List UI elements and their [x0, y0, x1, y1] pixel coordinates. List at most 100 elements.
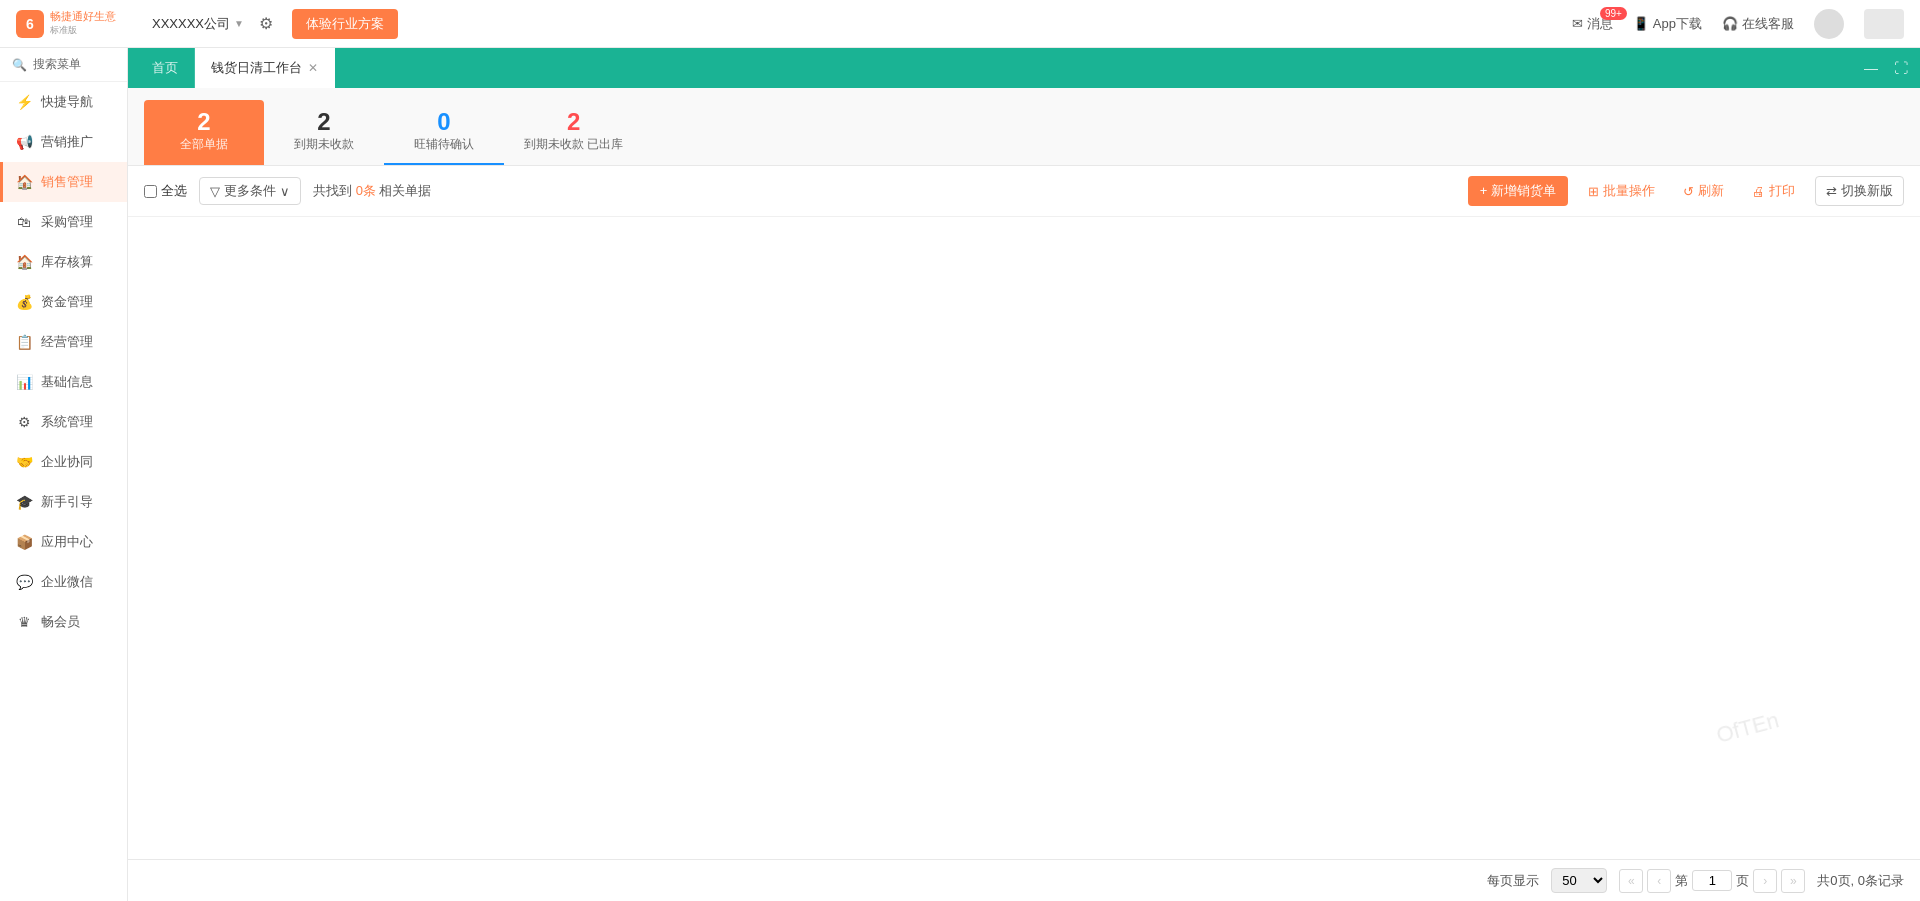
- sidebar-label-cooperation: 企业协同: [41, 453, 93, 471]
- select-all-checkbox[interactable]: [144, 185, 157, 198]
- header-right: ✉ 消息 99+ 📱 App下载 🎧 在线客服: [1572, 9, 1904, 39]
- batch-icon: ⊞: [1588, 184, 1599, 199]
- sidebar-label-purchase: 采购管理: [41, 213, 93, 231]
- sidebar-label-inventory: 库存核算: [41, 253, 93, 271]
- sidebar-item-member[interactable]: ♛畅会员: [0, 602, 127, 642]
- page-input[interactable]: [1692, 870, 1732, 891]
- select-all-text: 全选: [161, 182, 187, 200]
- page-end-label: 页: [1736, 872, 1749, 890]
- sidebar-item-cooperation[interactable]: 🤝企业协同: [0, 442, 127, 482]
- summary-tab-label-3: 到期未收款 已出库: [524, 136, 623, 153]
- toolbar: 全选 ▽ 更多条件 ∨ 共找到 0条 相关单据 + 新增销货单 ⊞ 批量操作: [128, 166, 1920, 217]
- nav-tab-label-1: 钱货日清工作台: [211, 59, 302, 77]
- add-sale-order-btn[interactable]: + 新增销货单: [1468, 176, 1568, 206]
- summary-tab-label-0: 全部单据: [164, 136, 244, 153]
- settings-icon[interactable]: ⚙: [252, 10, 280, 38]
- found-count: 0条: [356, 183, 376, 198]
- more-filter-btn[interactable]: ▽ 更多条件 ∨: [199, 177, 301, 205]
- search-menu-btn[interactable]: 🔍 搜索菜单: [0, 48, 127, 82]
- sidebar-icon-purchase: 🛍: [15, 213, 33, 231]
- header: 6 畅捷通好生意 标准版 XXXXXX公司 ▼ ⚙ 体验行业方案 ✉ 消息 99…: [0, 0, 1920, 48]
- chevron-down-icon: ∨: [280, 184, 290, 199]
- app-logo: 6 畅捷通好生意 标准版: [16, 10, 144, 38]
- sidebar-icon-wechat: 💬: [15, 573, 33, 591]
- main-content: 2全部单据2到期未收款0旺辅待确认2到期未收款 已出库 全选 ▽ 更多条件 ∨ …: [128, 88, 1920, 901]
- experience-btn[interactable]: 体验行业方案: [292, 9, 398, 39]
- app-download-btn[interactable]: 📱 App下载: [1633, 15, 1702, 33]
- sidebar-label-guide: 新手引导: [41, 493, 93, 511]
- prev-page-btn[interactable]: ‹: [1647, 869, 1671, 893]
- sidebar-item-basic-info[interactable]: 📊基础信息: [0, 362, 127, 402]
- sidebar-icon-quick-nav: ⚡: [15, 93, 33, 111]
- sidebar-item-sales[interactable]: 🏠 销售管理: [0, 162, 127, 202]
- page-size-select[interactable]: 50 20 100: [1551, 868, 1607, 893]
- close-tab-1-btn[interactable]: ✕: [308, 61, 318, 75]
- summary-tab-number-0: 2: [164, 108, 244, 136]
- toolbar-left: 全选 ▽ 更多条件 ∨ 共找到 0条 相关单据: [144, 177, 1456, 205]
- sidebar-item-system[interactable]: ⚙系统管理: [0, 402, 127, 442]
- sidebar-item-marketing[interactable]: 📢 营销推广: [0, 122, 127, 162]
- nav-tabs: 首页 钱货日清工作台 ✕ — ⛶: [128, 48, 1920, 88]
- total-records: 共0页, 0条记录: [1817, 872, 1904, 890]
- tab-actions: — ⛶: [1860, 56, 1912, 80]
- sidebar-label-member: 畅会员: [41, 613, 80, 631]
- page-size-label: 每页显示: [1487, 872, 1539, 890]
- summary-tab-number-2: 0: [404, 108, 484, 136]
- sidebar-label-sales: 销售管理: [41, 173, 93, 191]
- first-page-btn[interactable]: «: [1619, 869, 1643, 893]
- sidebar-item-finance[interactable]: 💰 资金管理: [0, 282, 127, 322]
- company-selector[interactable]: XXXXXX公司 ▼: [152, 15, 244, 33]
- sidebar-item-wechat[interactable]: 💬 企业微信: [0, 562, 127, 602]
- filter-icon: ▽: [210, 184, 220, 199]
- switch-icon: ⇄: [1826, 184, 1837, 199]
- nav-tab-1[interactable]: 钱货日清工作台 ✕: [195, 48, 335, 88]
- logo-icon: 6: [16, 10, 44, 38]
- company-name: XXXXXX公司: [152, 15, 230, 33]
- message-badge: 99+: [1600, 7, 1627, 20]
- app-version: 标准版: [50, 24, 116, 37]
- toolbar-right: + 新增销货单 ⊞ 批量操作 ↺ 刷新 🖨 打印 ⇄ 切换新版: [1468, 176, 1904, 206]
- refresh-icon: ↺: [1683, 184, 1694, 199]
- sidebar-label-finance: 资金管理: [41, 293, 93, 311]
- next-page-btn[interactable]: ›: [1753, 869, 1777, 893]
- sidebar-label-marketing: 营销推广: [41, 133, 93, 151]
- sidebar-item-purchase[interactable]: 🛍 采购管理: [0, 202, 127, 242]
- content-panel: 2全部单据2到期未收款0旺辅待确认2到期未收款 已出库 全选 ▽ 更多条件 ∨ …: [128, 88, 1920, 901]
- search-icon: 🔍: [12, 58, 27, 72]
- sidebar-item-inventory[interactable]: 🏠库存核算: [0, 242, 127, 282]
- table-area: [128, 217, 1920, 859]
- minimize-icon[interactable]: —: [1860, 56, 1882, 80]
- nav-tab-label-0: 首页: [152, 59, 178, 77]
- switch-version-btn[interactable]: ⇄ 切换新版: [1815, 176, 1904, 206]
- sidebar-item-quick-nav[interactable]: ⚡快捷导航: [0, 82, 127, 122]
- summary-tab-0[interactable]: 2全部单据: [144, 100, 264, 165]
- print-btn[interactable]: 🖨 打印: [1744, 178, 1803, 204]
- maximize-icon[interactable]: ⛶: [1890, 56, 1912, 80]
- last-page-btn[interactable]: »: [1781, 869, 1805, 893]
- sidebar-icon-sales: 🏠: [15, 173, 33, 191]
- summary-tab-3[interactable]: 2到期未收款 已出库: [504, 100, 643, 165]
- sidebar-item-app-center[interactable]: 📦应用中心: [0, 522, 127, 562]
- summary-tab-1[interactable]: 2到期未收款: [264, 100, 384, 165]
- sidebar-icon-marketing: 📢: [15, 133, 33, 151]
- app-download-label: App下载: [1653, 15, 1702, 33]
- sidebar-label-wechat: 企业微信: [41, 573, 93, 591]
- select-all-label[interactable]: 全选: [144, 182, 187, 200]
- sidebar-icon-finance: 💰: [15, 293, 33, 311]
- sidebar-label-system: 系统管理: [41, 413, 93, 431]
- sidebar-label-basic-info: 基础信息: [41, 373, 93, 391]
- nav-tab-0[interactable]: 首页: [136, 48, 195, 88]
- footer: 每页显示 50 20 100 « ‹ 第 页 › » 共0页, 0条记录: [128, 859, 1920, 901]
- summary-tab-2[interactable]: 0旺辅待确认: [384, 100, 504, 165]
- user-info[interactable]: [1864, 9, 1904, 39]
- avatar[interactable]: [1814, 9, 1844, 39]
- sidebar-item-guide[interactable]: 🎓新手引导: [0, 482, 127, 522]
- message-btn[interactable]: ✉ 消息 99+: [1572, 15, 1613, 33]
- batch-operation-btn[interactable]: ⊞ 批量操作: [1580, 178, 1663, 204]
- sidebar-item-operations[interactable]: 📋经营管理: [0, 322, 127, 362]
- refresh-btn[interactable]: ↺ 刷新: [1675, 178, 1732, 204]
- message-icon: ✉: [1572, 16, 1583, 31]
- sidebar-icon-operations: 📋: [15, 333, 33, 351]
- online-service-btn[interactable]: 🎧 在线客服: [1722, 15, 1794, 33]
- sidebar: 🔍 搜索菜单 ⚡快捷导航 📢 营销推广 🏠 销售管理 🛍 采购管理 🏠库存核算 💰 资金管理 📋经营…: [0, 0, 128, 901]
